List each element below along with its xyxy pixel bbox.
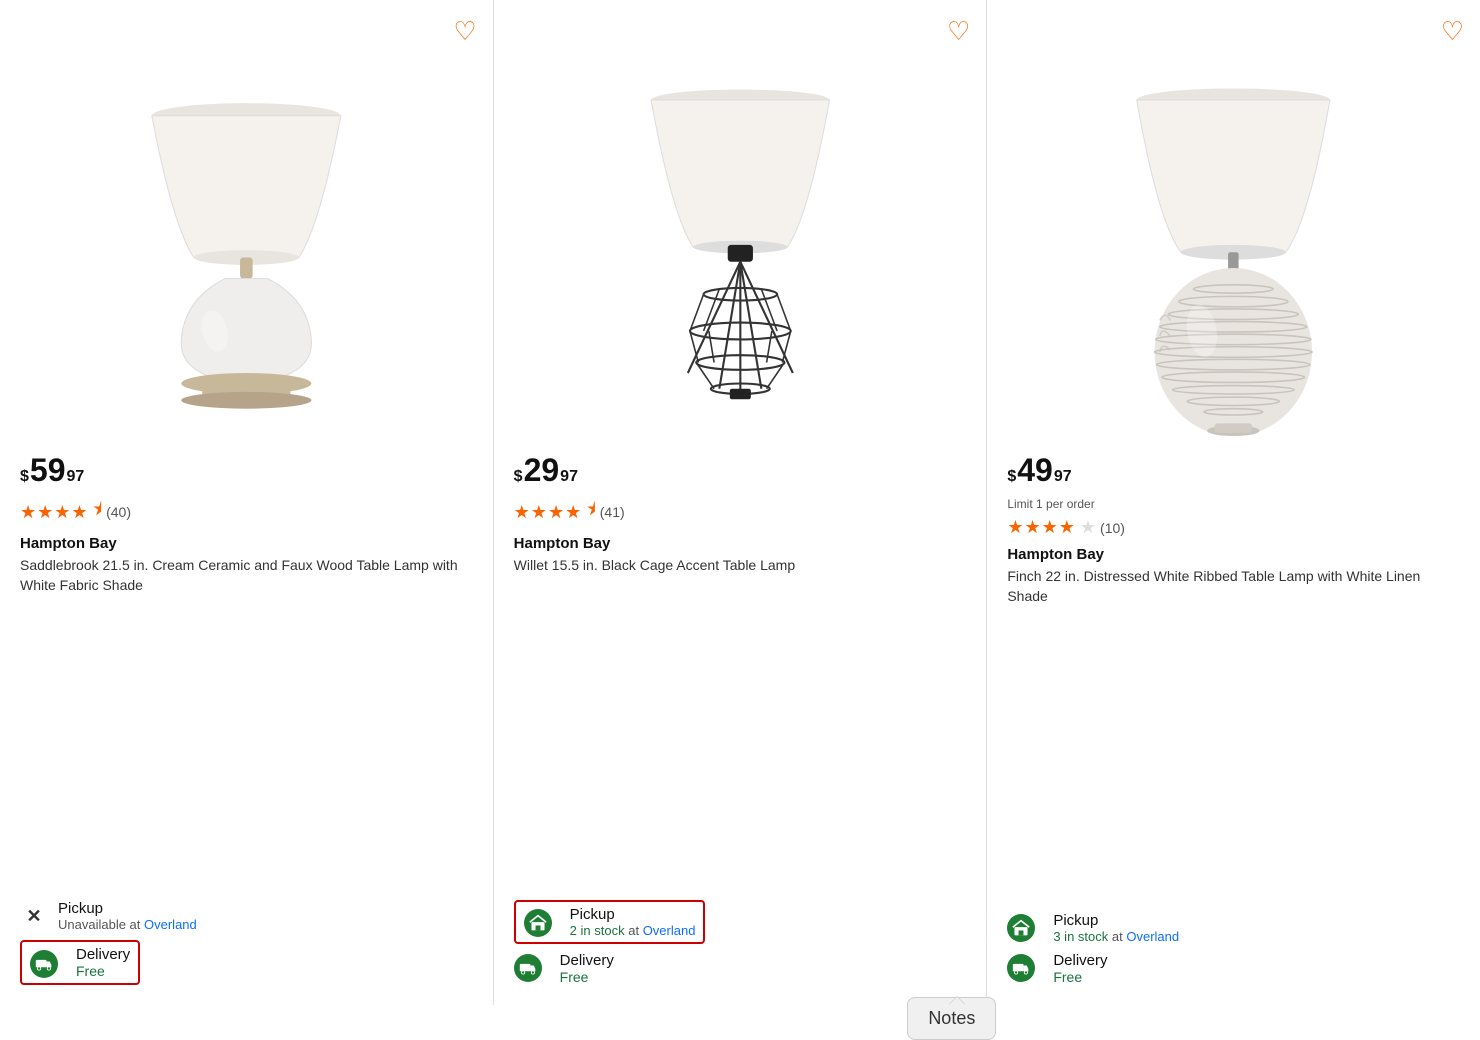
availability-block-1: ✕ Pickup Unavailable at Overland bbox=[20, 900, 473, 985]
pickup-stock-3: 3 in stock bbox=[1053, 929, 1108, 944]
pickup-icon-2 bbox=[524, 909, 552, 937]
price-main-1: 59 bbox=[30, 452, 66, 489]
price-main-3: 49 bbox=[1017, 452, 1053, 489]
pickup-store-link-1[interactable]: Overland bbox=[144, 917, 197, 932]
product-card-3: ♡ bbox=[987, 0, 1480, 1005]
wishlist-button-2[interactable]: ♡ bbox=[947, 16, 970, 47]
review-count-2: (41) bbox=[600, 504, 625, 520]
price-block-2: $ 29 97 bbox=[514, 452, 967, 489]
notes-popup-2[interactable]: Notes bbox=[907, 997, 996, 1040]
product-card-1: ♡ $ 59 97 bbox=[0, 0, 494, 1005]
delivery-price-3: Free bbox=[1053, 969, 1107, 985]
delivery-row-2: Delivery Free bbox=[514, 952, 967, 985]
delivery-label-3: Delivery bbox=[1053, 952, 1107, 969]
pickup-store-link-3[interactable]: Overland bbox=[1126, 929, 1179, 944]
pickup-label-3: Pickup bbox=[1053, 912, 1179, 929]
review-count-3: (10) bbox=[1100, 520, 1125, 536]
pickup-row-1: ✕ Pickup Unavailable at Overland bbox=[20, 900, 473, 932]
pickup-stock-2: 2 in stock bbox=[570, 923, 625, 938]
unavailable-icon-1: ✕ bbox=[20, 902, 48, 930]
notes-label: Notes bbox=[928, 1008, 975, 1028]
product-name-2: Willet 15.5 in. Black Cage Accent Table … bbox=[514, 556, 967, 884]
availability-block-3: Pickup 3 in stock at Overland bbox=[1007, 912, 1460, 985]
brand-3: Hampton Bay bbox=[1007, 546, 1460, 563]
product-image-3 bbox=[1007, 16, 1460, 436]
delivery-row-1: Delivery Free bbox=[20, 940, 140, 985]
pickup-row-2: Pickup 2 in stock at Overland bbox=[514, 900, 706, 944]
delivery-icon-1 bbox=[30, 950, 58, 978]
product-image-2 bbox=[514, 16, 967, 436]
star-rating-2: ★★★★ bbox=[514, 502, 583, 523]
price-dollar-2: $ bbox=[514, 468, 523, 486]
limit-text-3: Limit 1 per order bbox=[1007, 497, 1460, 511]
price-cents-1: 97 bbox=[67, 468, 85, 486]
delivery-text-1: Delivery Free bbox=[76, 946, 130, 979]
product-name-1: Saddlebrook 21.5 in. Cream Ceramic and F… bbox=[20, 556, 473, 884]
stars-row-2: ★★★★ ⯨ (41) bbox=[514, 497, 967, 527]
pickup-text-3: Pickup 3 in stock at Overland bbox=[1053, 912, 1179, 944]
delivery-price-2: Free bbox=[560, 969, 614, 985]
wishlist-button-1[interactable]: ♡ bbox=[453, 16, 476, 47]
price-dollar-1: $ bbox=[20, 468, 29, 486]
delivery-text-3: Delivery Free bbox=[1053, 952, 1107, 985]
wishlist-button-3[interactable]: ♡ bbox=[1441, 16, 1464, 47]
empty-star-3: ★ bbox=[1080, 517, 1096, 538]
price-cents-3: 97 bbox=[1054, 468, 1072, 486]
delivery-label-2: Delivery bbox=[560, 952, 614, 969]
pickup-label-2: Pickup bbox=[570, 906, 696, 923]
stars-row-3: ★★★★ ★ (10) bbox=[1007, 517, 1460, 538]
price-block-3: $ 49 97 bbox=[1007, 452, 1460, 489]
delivery-price-1: Free bbox=[76, 963, 130, 979]
delivery-label-1: Delivery bbox=[76, 946, 130, 963]
price-cents-2: 97 bbox=[560, 468, 578, 486]
half-star-1: ⯨ bbox=[93, 497, 103, 527]
delivery-row-wrapper-2: Delivery Free Notes bbox=[514, 952, 967, 985]
product-grid: ♡ $ 59 97 bbox=[0, 0, 1480, 1005]
pickup-row-3: Pickup 3 in stock at Overland bbox=[1007, 912, 1460, 944]
pickup-store-link-2[interactable]: Overland bbox=[643, 923, 696, 938]
stars-row-1: ★★★★ ⯨ (40) bbox=[20, 497, 473, 527]
price-dollar-3: $ bbox=[1007, 468, 1016, 486]
delivery-row-3: Delivery Free bbox=[1007, 952, 1460, 985]
brand-1: Hampton Bay bbox=[20, 535, 473, 552]
product-card-2: ♡ bbox=[494, 0, 988, 1005]
delivery-text-2: Delivery Free bbox=[560, 952, 614, 985]
availability-block-2: Pickup 2 in stock at Overland bbox=[514, 900, 967, 985]
product-image-1 bbox=[20, 16, 473, 436]
delivery-icon-2 bbox=[514, 954, 542, 982]
half-star-2: ⯨ bbox=[586, 497, 596, 527]
star-rating-1: ★★★★ bbox=[20, 502, 89, 523]
pickup-detail-2: 2 in stock at Overland bbox=[570, 923, 696, 938]
delivery-icon-3 bbox=[1007, 954, 1035, 982]
pickup-detail-1: Unavailable at Overland bbox=[58, 917, 197, 932]
pickup-label-1: Pickup bbox=[58, 900, 197, 917]
brand-2: Hampton Bay bbox=[514, 535, 967, 552]
review-count-1: (40) bbox=[106, 504, 131, 520]
price-block-1: $ 59 97 bbox=[20, 452, 473, 489]
pickup-text-1: Pickup Unavailable at Overland bbox=[58, 900, 197, 932]
pickup-detail-3: 3 in stock at Overland bbox=[1053, 929, 1179, 944]
pickup-icon-3 bbox=[1007, 914, 1035, 942]
star-rating-3: ★★★★ bbox=[1007, 517, 1076, 538]
price-main-2: 29 bbox=[524, 452, 560, 489]
product-name-3: Finch 22 in. Distressed White Ribbed Tab… bbox=[1007, 567, 1460, 896]
pickup-text-2: Pickup 2 in stock at Overland bbox=[570, 906, 696, 938]
